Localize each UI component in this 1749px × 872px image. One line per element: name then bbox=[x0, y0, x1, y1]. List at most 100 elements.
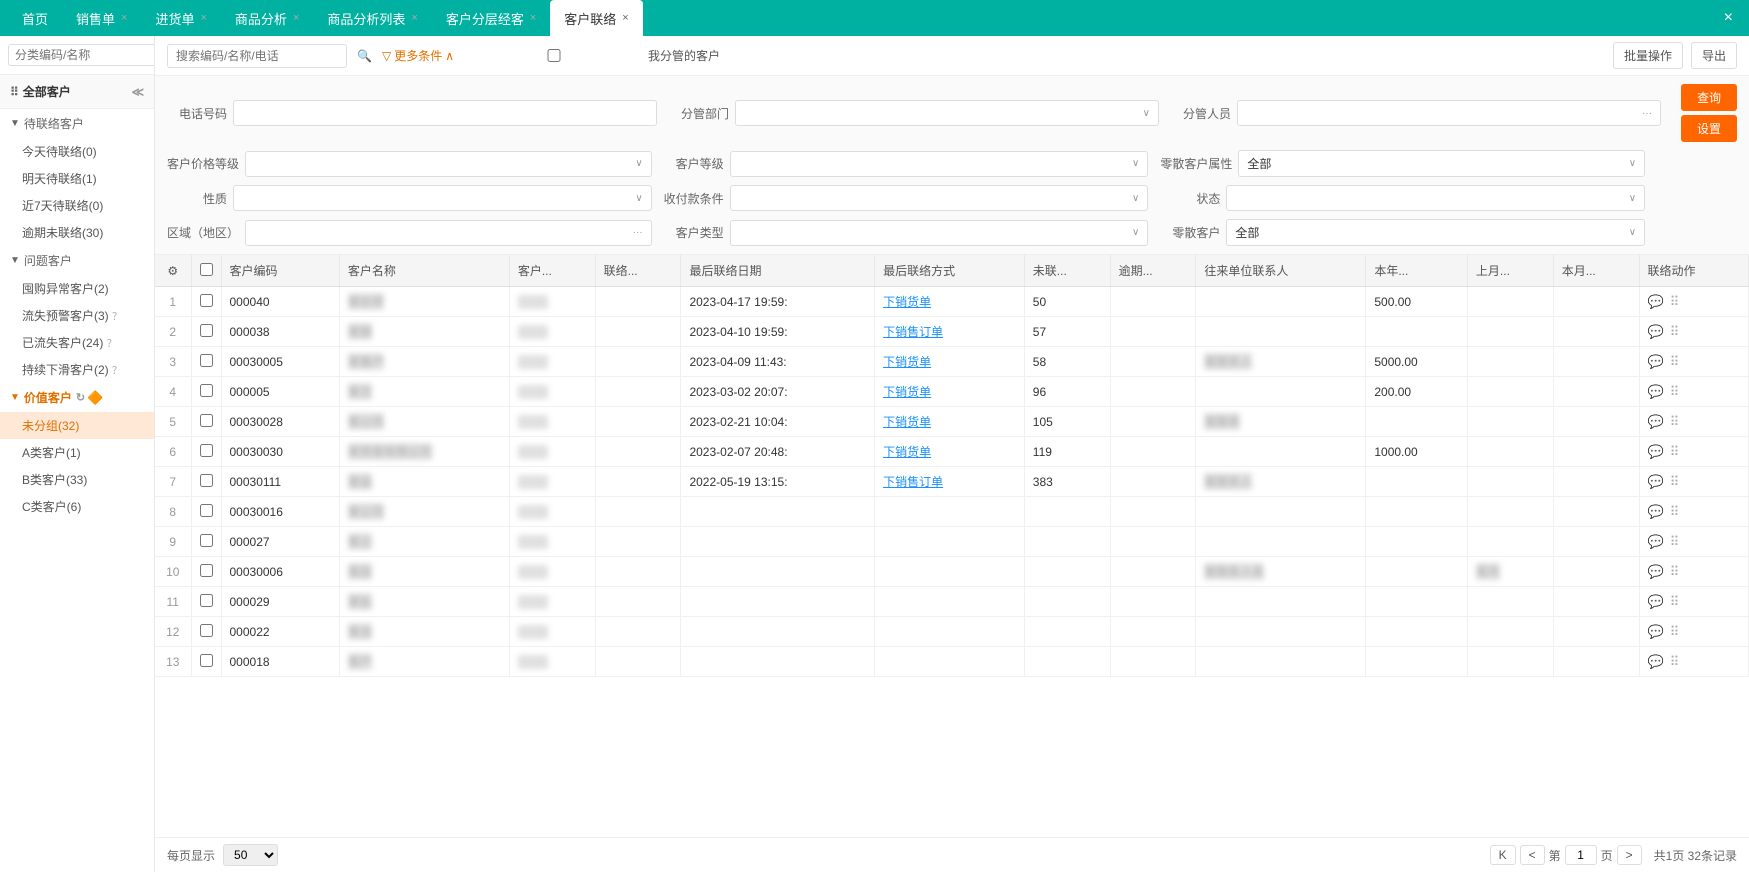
more-icon[interactable]: ⠿ bbox=[1670, 354, 1680, 370]
row-checkbox[interactable] bbox=[191, 587, 221, 617]
nav-purchase-order[interactable]: 进货单 × bbox=[141, 0, 220, 36]
col-settings[interactable]: ⚙ bbox=[155, 255, 191, 287]
sidebar-item-overdue-pending[interactable]: 逾期未联络(30) bbox=[0, 219, 154, 246]
customer-level-select[interactable]: ∨ bbox=[730, 151, 1149, 177]
row-select-checkbox[interactable] bbox=[200, 504, 213, 517]
contact-icon[interactable]: 💬 bbox=[1648, 594, 1664, 610]
close-sales-order-icon[interactable]: × bbox=[121, 12, 127, 24]
row-checkbox[interactable] bbox=[191, 617, 221, 647]
more-icon[interactable]: ⠿ bbox=[1670, 444, 1680, 460]
more-conditions-button[interactable]: ▽ 更多条件 ∧ bbox=[382, 47, 454, 64]
first-page-button[interactable]: K bbox=[1490, 845, 1516, 865]
contact-icon[interactable]: 💬 bbox=[1648, 324, 1664, 340]
row-select-checkbox[interactable] bbox=[200, 594, 213, 607]
nav-product-analysis[interactable]: 商品分析 × bbox=[221, 0, 313, 36]
last-contact-way-link[interactable]: 下销售订单 bbox=[883, 325, 943, 339]
nav-product-analysis-list[interactable]: 商品分析列表 × bbox=[313, 0, 431, 36]
last-contact-way-link[interactable]: 下销货单 bbox=[883, 295, 931, 309]
more-icon[interactable]: ⠿ bbox=[1670, 654, 1680, 670]
more-icon[interactable]: ⠿ bbox=[1670, 534, 1680, 550]
sidebar-item-tomorrow-pending[interactable]: 明天待联络(1) bbox=[0, 165, 154, 192]
sidebar-group-pending-contact[interactable]: ▼ 待联络客户 bbox=[0, 109, 154, 138]
row-select-checkbox[interactable] bbox=[200, 534, 213, 547]
last-contact-way-link[interactable]: 下销货单 bbox=[883, 415, 931, 429]
my-customers-checkbox[interactable] bbox=[464, 49, 644, 62]
nature-select[interactable]: ∨ bbox=[233, 185, 652, 211]
sidebar-item-type-b[interactable]: B类客户(33) bbox=[0, 466, 154, 493]
retail-attr-select[interactable]: 全部∨ bbox=[1238, 150, 1645, 177]
row-select-checkbox[interactable] bbox=[200, 294, 213, 307]
more-icon[interactable]: ⠿ bbox=[1670, 594, 1680, 610]
contact-icon[interactable]: 💬 bbox=[1648, 564, 1664, 580]
price-level-select[interactable]: ∨ bbox=[245, 151, 652, 177]
row-checkbox[interactable] bbox=[191, 647, 221, 677]
sidebar-item-hoarding-abnormal[interactable]: 囤购异常客户(2) bbox=[0, 275, 154, 302]
row-checkbox[interactable] bbox=[191, 557, 221, 587]
more-icon[interactable]: ⠿ bbox=[1670, 324, 1680, 340]
row-select-checkbox[interactable] bbox=[200, 564, 213, 577]
contact-icon[interactable]: 💬 bbox=[1648, 384, 1664, 400]
row-select-checkbox[interactable] bbox=[200, 354, 213, 367]
row-checkbox[interactable] bbox=[191, 407, 221, 437]
row-checkbox[interactable] bbox=[191, 287, 221, 317]
more-icon[interactable]: ⠿ bbox=[1670, 624, 1680, 640]
sidebar-item-churned[interactable]: 已流失客户(24) ？ bbox=[0, 329, 154, 356]
sidebar-item-type-c[interactable]: C类客户(6) bbox=[0, 493, 154, 520]
nav-customer-contact[interactable]: 客户联络 × bbox=[550, 0, 642, 36]
search-input[interactable] bbox=[167, 44, 347, 68]
refresh-icon[interactable]: ↻ bbox=[76, 391, 85, 404]
close-product-analysis-icon[interactable]: × bbox=[293, 12, 299, 24]
contact-icon[interactable]: 💬 bbox=[1648, 414, 1664, 430]
reset-button[interactable]: 设置 bbox=[1681, 115, 1737, 142]
contact-icon[interactable]: 💬 bbox=[1648, 504, 1664, 520]
row-checkbox[interactable] bbox=[191, 377, 221, 407]
batch-operation-button[interactable]: 批量操作 bbox=[1613, 42, 1683, 69]
page-input[interactable] bbox=[1565, 845, 1597, 865]
more-icon[interactable]: ⠿ bbox=[1670, 564, 1680, 580]
sidebar-collapse-icon[interactable]: ≪ bbox=[131, 85, 144, 99]
retail-customer-select[interactable]: 全部∨ bbox=[1226, 219, 1645, 246]
status-select[interactable]: ∨ bbox=[1226, 185, 1645, 211]
sidebar-item-week-pending[interactable]: 近7天待联络(0) bbox=[0, 192, 154, 219]
sidebar-item-today-pending[interactable]: 今天待联络(0) bbox=[0, 138, 154, 165]
person-select[interactable]: ··· bbox=[1237, 100, 1661, 126]
per-page-select[interactable]: 50 100 200 bbox=[223, 844, 278, 866]
window-close-button[interactable]: × bbox=[1716, 9, 1741, 27]
row-checkbox[interactable] bbox=[191, 527, 221, 557]
more-icon[interactable]: ⠿ bbox=[1670, 474, 1680, 490]
close-product-analysis-list-icon[interactable]: × bbox=[411, 12, 417, 24]
contact-icon[interactable]: 💬 bbox=[1648, 654, 1664, 670]
row-select-checkbox[interactable] bbox=[200, 654, 213, 667]
region-select[interactable]: ··· bbox=[245, 220, 652, 246]
select-all-checkbox[interactable] bbox=[200, 263, 213, 276]
row-checkbox[interactable] bbox=[191, 347, 221, 377]
more-icon[interactable]: ⠿ bbox=[1670, 384, 1680, 400]
contact-icon[interactable]: 💬 bbox=[1648, 474, 1664, 490]
row-checkbox[interactable] bbox=[191, 497, 221, 527]
row-checkbox[interactable] bbox=[191, 437, 221, 467]
col-checkbox[interactable] bbox=[191, 255, 221, 287]
last-contact-way-link[interactable]: 下销货单 bbox=[883, 385, 931, 399]
sidebar-item-type-a[interactable]: A类客户(1) bbox=[0, 439, 154, 466]
sidebar-item-churn-warning[interactable]: 流失预警客户(3) ？ bbox=[0, 302, 154, 329]
close-purchase-order-icon[interactable]: × bbox=[200, 12, 206, 24]
more-icon[interactable]: ⠿ bbox=[1670, 414, 1680, 430]
sidebar-group-value-customers[interactable]: ▼ 价值客户 ↻ 🔶 bbox=[0, 383, 154, 412]
last-contact-way-link[interactable]: 下销货单 bbox=[883, 355, 931, 369]
contact-icon[interactable]: 💬 bbox=[1648, 354, 1664, 370]
contact-icon[interactable]: 💬 bbox=[1648, 294, 1664, 310]
row-checkbox[interactable] bbox=[191, 467, 221, 497]
row-select-checkbox[interactable] bbox=[200, 474, 213, 487]
close-customer-segment-icon[interactable]: × bbox=[530, 12, 536, 24]
customer-type-select[interactable]: ∨ bbox=[730, 220, 1149, 246]
nav-customer-segment[interactable]: 客户分层经客 × bbox=[432, 0, 550, 36]
contact-icon[interactable]: 💬 bbox=[1648, 534, 1664, 550]
dept-select[interactable]: ∨ bbox=[735, 100, 1159, 126]
phone-input[interactable] bbox=[233, 100, 657, 126]
sidebar-search-input[interactable] bbox=[8, 44, 155, 66]
last-contact-way-link[interactable]: 下销货单 bbox=[883, 445, 931, 459]
close-customer-contact-icon[interactable]: × bbox=[622, 12, 628, 24]
sidebar-item-ungrouped[interactable]: 未分组(32) bbox=[0, 412, 154, 439]
next-page-button[interactable]: > bbox=[1617, 845, 1642, 865]
row-select-checkbox[interactable] bbox=[200, 444, 213, 457]
